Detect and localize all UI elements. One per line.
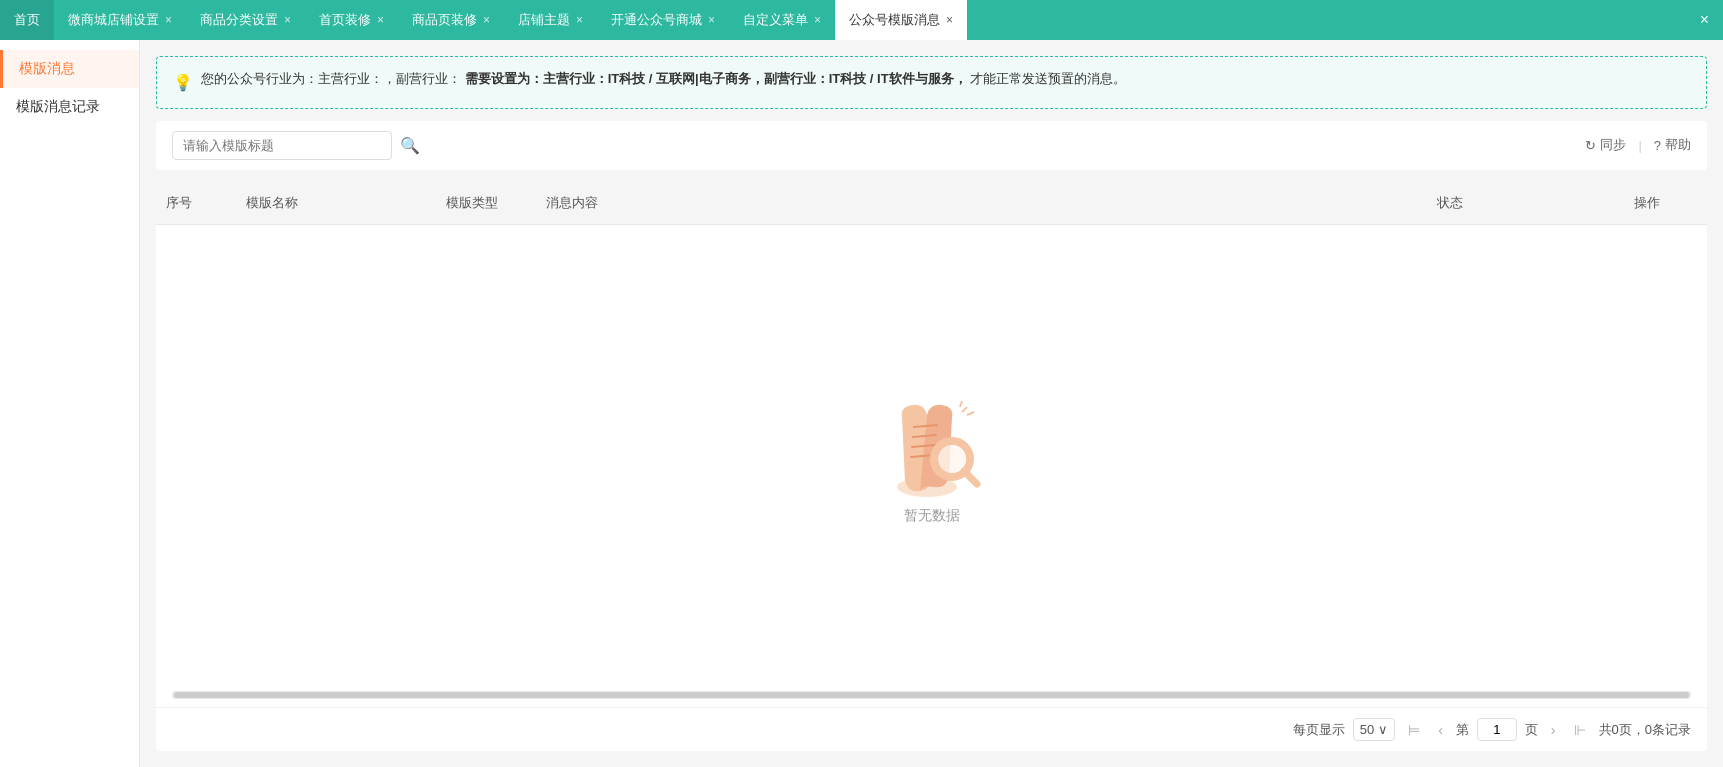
page-size-dropdown-icon: ∨ (1378, 722, 1388, 737)
empty-text: 暂无数据 (904, 507, 960, 525)
sidebar-item-0[interactable]: 模版消息 (0, 50, 139, 88)
search-right: ↻ 同步 | ? 帮助 (1585, 136, 1691, 154)
alert-text: 您的公众号行业为：主营行业：，副营行业： 需要设置为：主营行业：IT科技 / 互… (201, 69, 1126, 90)
nav-close-8[interactable]: × (946, 13, 953, 27)
current-page-input[interactable]: 1 (1477, 718, 1517, 741)
alert-highlight: 需要设置为：主营行业：IT科技 / 互联网|电子商务，副营行业：IT科技 / I… (465, 71, 967, 86)
nav-item-8[interactable]: 公众号模版消息× (835, 0, 967, 40)
prev-page-button[interactable]: ‹ (1433, 720, 1448, 740)
nav-item-5[interactable]: 店铺主题× (504, 0, 597, 40)
alert-icon: 💡 (173, 70, 193, 96)
page-size-value: 50 (1360, 722, 1374, 737)
page-size-label: 每页显示 (1293, 721, 1345, 739)
nav-item-7[interactable]: 自定义菜单× (729, 0, 835, 40)
page-label-suffix: 页 (1525, 721, 1538, 739)
alert-text-after: 才能正常发送预置的消息。 (970, 71, 1126, 86)
nav-close-6[interactable]: × (708, 13, 715, 27)
alert-text-before: 您的公众号行业为：主营行业：，副营行业： (201, 71, 461, 86)
first-page-button[interactable]: ⊨ (1403, 720, 1425, 740)
last-page-button[interactable]: ⊩ (1569, 720, 1591, 740)
table-container: 序号 模版名称 模版类型 消息内容 状态 操作 (156, 182, 1707, 751)
svg-line-7 (964, 471, 977, 484)
divider: | (1638, 138, 1641, 153)
col-action: 操作 (1587, 182, 1707, 224)
svg-line-9 (967, 412, 974, 415)
search-left: 🔍 (172, 131, 420, 160)
sidebar: 模版消息模版消息记录 (0, 40, 140, 767)
nav-item-3[interactable]: 首页装修× (305, 0, 398, 40)
nav-close-1[interactable]: × (165, 13, 172, 27)
svg-line-8 (962, 407, 967, 412)
col-name: 模版名称 (236, 182, 436, 224)
nav-item-2[interactable]: 商品分类设置× (186, 0, 305, 40)
page-label-prefix: 第 (1456, 721, 1469, 739)
nav-close-7[interactable]: × (814, 13, 821, 27)
nav-item-1[interactable]: 微商城店铺设置× (54, 0, 186, 40)
alert-banner: 💡 您的公众号行业为：主营行业：，副营行业： 需要设置为：主营行业：IT科技 /… (156, 56, 1707, 109)
scrollbar-thumb (174, 692, 1689, 698)
sidebar-item-1[interactable]: 模版消息记录 (0, 88, 139, 126)
page-size-select[interactable]: 50 ∨ (1353, 718, 1395, 741)
nav-close-5[interactable]: × (576, 13, 583, 27)
search-button[interactable]: 🔍 (400, 136, 420, 155)
content-area: 💡 您的公众号行业为：主营行业：，副营行业： 需要设置为：主营行业：IT科技 /… (140, 40, 1723, 767)
empty-illustration (872, 387, 992, 507)
col-content: 消息内容 (536, 182, 1427, 224)
help-label: 帮助 (1665, 136, 1691, 154)
close-all-button[interactable]: × (1686, 11, 1723, 29)
next-page-button[interactable]: › (1546, 720, 1561, 740)
sync-button[interactable]: ↻ 同步 (1585, 136, 1626, 154)
pagination: 每页显示 50 ∨ ⊨ ‹ 第 1 页 › ⊩ 共0页，0条记录 (156, 707, 1707, 751)
table-body-empty: 暂无数据 (156, 225, 1707, 683)
horizontal-scrollbar[interactable] (172, 691, 1691, 699)
help-button[interactable]: ? 帮助 (1654, 136, 1691, 154)
sync-label: 同步 (1600, 136, 1626, 154)
main-layout: 模版消息模版消息记录 💡 您的公众号行业为：主营行业：，副营行业： 需要设置为：… (0, 40, 1723, 767)
nav-item-0[interactable]: 首页 (0, 0, 54, 40)
col-type: 模版类型 (436, 182, 536, 224)
sync-icon: ↻ (1585, 138, 1596, 153)
nav-item-6[interactable]: 开通公众号商城× (597, 0, 729, 40)
top-nav: 首页微商城店铺设置×商品分类设置×首页装修×商品页装修×店铺主题×开通公众号商城… (0, 0, 1723, 40)
nav-item-4[interactable]: 商品页装修× (398, 0, 504, 40)
help-icon: ? (1654, 138, 1661, 153)
nav-close-4[interactable]: × (483, 13, 490, 27)
col-seq: 序号 (156, 182, 236, 224)
total-records-label: 共0页，0条记录 (1599, 721, 1691, 739)
table-header: 序号 模版名称 模版类型 消息内容 状态 操作 (156, 182, 1707, 225)
nav-close-2[interactable]: × (284, 13, 291, 27)
svg-line-10 (960, 401, 962, 407)
col-status: 状态 (1427, 182, 1587, 224)
search-bar-container: 🔍 ↻ 同步 | ? 帮助 (156, 121, 1707, 170)
search-input[interactable] (172, 131, 392, 160)
nav-close-3[interactable]: × (377, 13, 384, 27)
